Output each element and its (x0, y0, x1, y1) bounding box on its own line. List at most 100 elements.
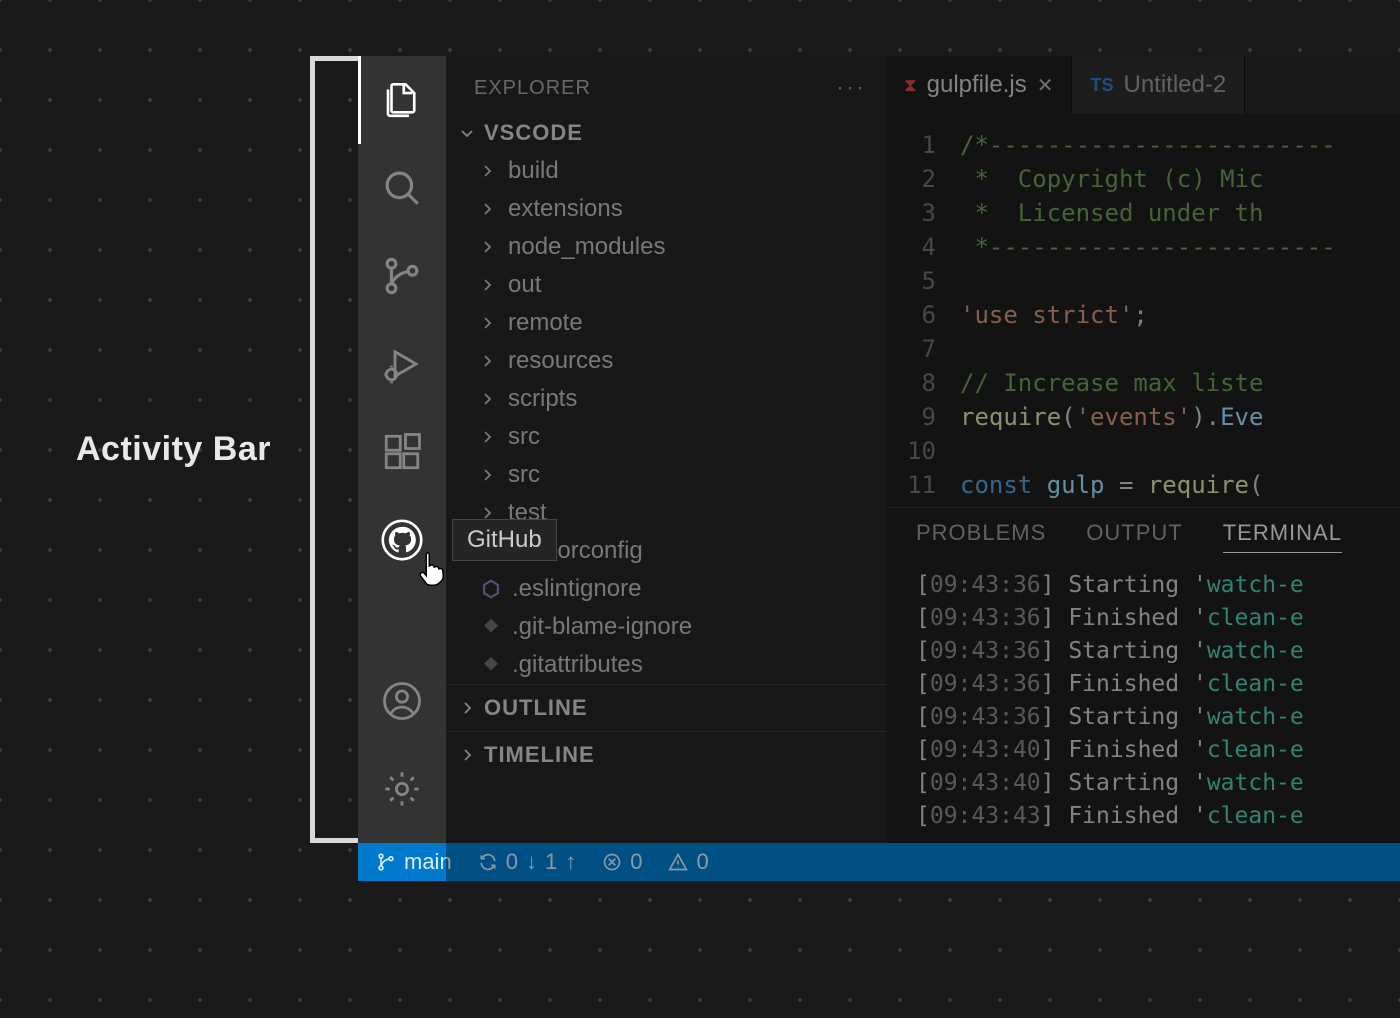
branch-name: main (404, 849, 452, 875)
sidebar-actions[interactable]: ··· (836, 74, 866, 102)
status-errors[interactable]: 0 (602, 849, 642, 875)
chevron-right-icon (476, 350, 498, 372)
chevron-right-icon (476, 198, 498, 220)
cursor-pointer-icon (412, 548, 454, 590)
activity-explorer[interactable] (358, 56, 446, 144)
chevron-right-icon (476, 236, 498, 258)
editor-area: ⧗ gulpfile.js ✕ TS Untitled-2 1234567891… (886, 56, 1400, 843)
activity-extensions[interactable] (358, 408, 446, 496)
chevron-down-icon (456, 122, 478, 144)
activity-search[interactable] (358, 144, 446, 232)
sidebar-header: EXPLORER ··· (446, 56, 886, 114)
terminal-output[interactable]: [09:43:36] Starting 'watch-e[09:43:36] F… (886, 561, 1400, 843)
folder-label: extensions (508, 195, 623, 223)
chevron-right-icon (476, 312, 498, 334)
activity-github[interactable]: GitHub (358, 496, 446, 584)
status-warnings[interactable]: 0 (668, 849, 708, 875)
folder-label: src (508, 423, 540, 451)
tree-folder[interactable]: remote (446, 304, 886, 342)
bottom-panel: PROBLEMS OUTPUT TERMINAL [09:43:36] Star… (886, 507, 1400, 843)
status-branch[interactable]: main (376, 849, 452, 875)
activity-settings[interactable] (358, 745, 446, 833)
tree-file[interactable]: .git-blame-ignore (446, 608, 886, 646)
tree-folder[interactable]: src (446, 418, 886, 456)
tooltip-github: GitHub (452, 519, 557, 561)
code-editor[interactable]: 1234567891011 /*------------------------… (886, 114, 1400, 507)
outline-label: OUTLINE (484, 695, 588, 721)
sync-icon (478, 852, 498, 872)
account-icon (381, 680, 423, 722)
warning-icon (668, 852, 688, 872)
vscode-window: GitHub (358, 56, 1400, 881)
folder-label: resources (508, 347, 613, 375)
file-tree: VSCODE build extensions node_modulesout rem… (446, 114, 886, 843)
chevron-right-icon (476, 464, 498, 486)
tab-label: Untitled-2 (1123, 71, 1226, 99)
tree-folder[interactable]: src (446, 456, 886, 494)
tab-gulpfile[interactable]: ⧗ gulpfile.js ✕ (886, 56, 1072, 114)
tree-root[interactable]: VSCODE (446, 114, 886, 152)
callout-bracket (310, 56, 360, 843)
sync-down: 0 (506, 849, 518, 875)
folder-label: build (508, 157, 559, 185)
tree-root-label: VSCODE (484, 120, 583, 146)
activity-bar: GitHub (358, 56, 446, 843)
chevron-right-icon (476, 160, 498, 182)
tree-folder[interactable]: resources (446, 342, 886, 380)
source-control-icon (381, 255, 423, 297)
extensions-icon (381, 431, 423, 473)
error-icon (602, 852, 622, 872)
file-label: .git-blame-ignore (512, 613, 692, 641)
activity-source-control[interactable] (358, 232, 446, 320)
gulp-icon: ⧗ (904, 75, 917, 96)
timeline-section[interactable]: TIMELINE (446, 731, 886, 778)
timeline-label: TIMELINE (484, 742, 595, 768)
chevron-right-icon (476, 388, 498, 410)
ts-icon: TS (1090, 75, 1113, 96)
editor-tabs: ⧗ gulpfile.js ✕ TS Untitled-2 (886, 56, 1400, 114)
file-label: .eslintignore (512, 575, 641, 603)
folder-label: scripts (508, 385, 577, 413)
folder-label: src (508, 461, 540, 489)
files-icon (381, 79, 423, 121)
chevron-right-icon (456, 697, 478, 719)
folder-label: out (508, 271, 541, 299)
file-icon (480, 578, 502, 600)
sidebar-title: EXPLORER (474, 77, 591, 100)
tree-folder[interactable]: extensions (446, 190, 886, 228)
chevron-right-icon (476, 426, 498, 448)
chevron-right-icon (456, 744, 478, 766)
close-icon[interactable]: ✕ (1037, 73, 1054, 98)
folder-label: remote (508, 309, 583, 337)
sync-up: 1 (545, 849, 557, 875)
outline-section[interactable]: OUTLINE (446, 684, 886, 731)
tree-folder[interactable]: scripts (446, 380, 886, 418)
tree-folder[interactable]: build (446, 152, 886, 190)
panel-tabs: PROBLEMS OUTPUT TERMINAL (886, 508, 1400, 561)
panel-tab-output[interactable]: OUTPUT (1086, 520, 1182, 553)
sidebar-explorer: EXPLORER ··· VSCODE build extensions node_… (446, 56, 886, 843)
panel-tab-terminal[interactable]: TERMINAL (1223, 520, 1342, 553)
tree-folder[interactable]: node_modules (446, 228, 886, 266)
gear-icon (381, 768, 423, 810)
status-sync[interactable]: 0↓ 1↑ (478, 849, 577, 875)
error-count: 0 (630, 849, 642, 875)
tree-file[interactable]: .gitattributes (446, 646, 886, 684)
diagram-label: Activity Bar (76, 430, 271, 469)
activity-accounts[interactable] (358, 657, 446, 745)
panel-tab-problems[interactable]: PROBLEMS (916, 520, 1046, 553)
main-row: GitHub (358, 56, 1400, 843)
file-label: .gitattributes (512, 651, 643, 679)
code-content: /*------------------------ * Copyright (… (950, 114, 1400, 507)
tab-untitled[interactable]: TS Untitled-2 (1072, 56, 1245, 114)
tree-file[interactable]: .eslintignore (446, 570, 886, 608)
file-icon (480, 654, 502, 676)
debug-icon (381, 343, 423, 385)
chevron-right-icon (476, 274, 498, 296)
search-icon (381, 167, 423, 209)
file-icon (480, 616, 502, 638)
status-bar: main 0↓ 1↑ 0 0 (358, 843, 1400, 881)
activity-run-debug[interactable] (358, 320, 446, 408)
warning-count: 0 (696, 849, 708, 875)
tree-folder[interactable]: out (446, 266, 886, 304)
